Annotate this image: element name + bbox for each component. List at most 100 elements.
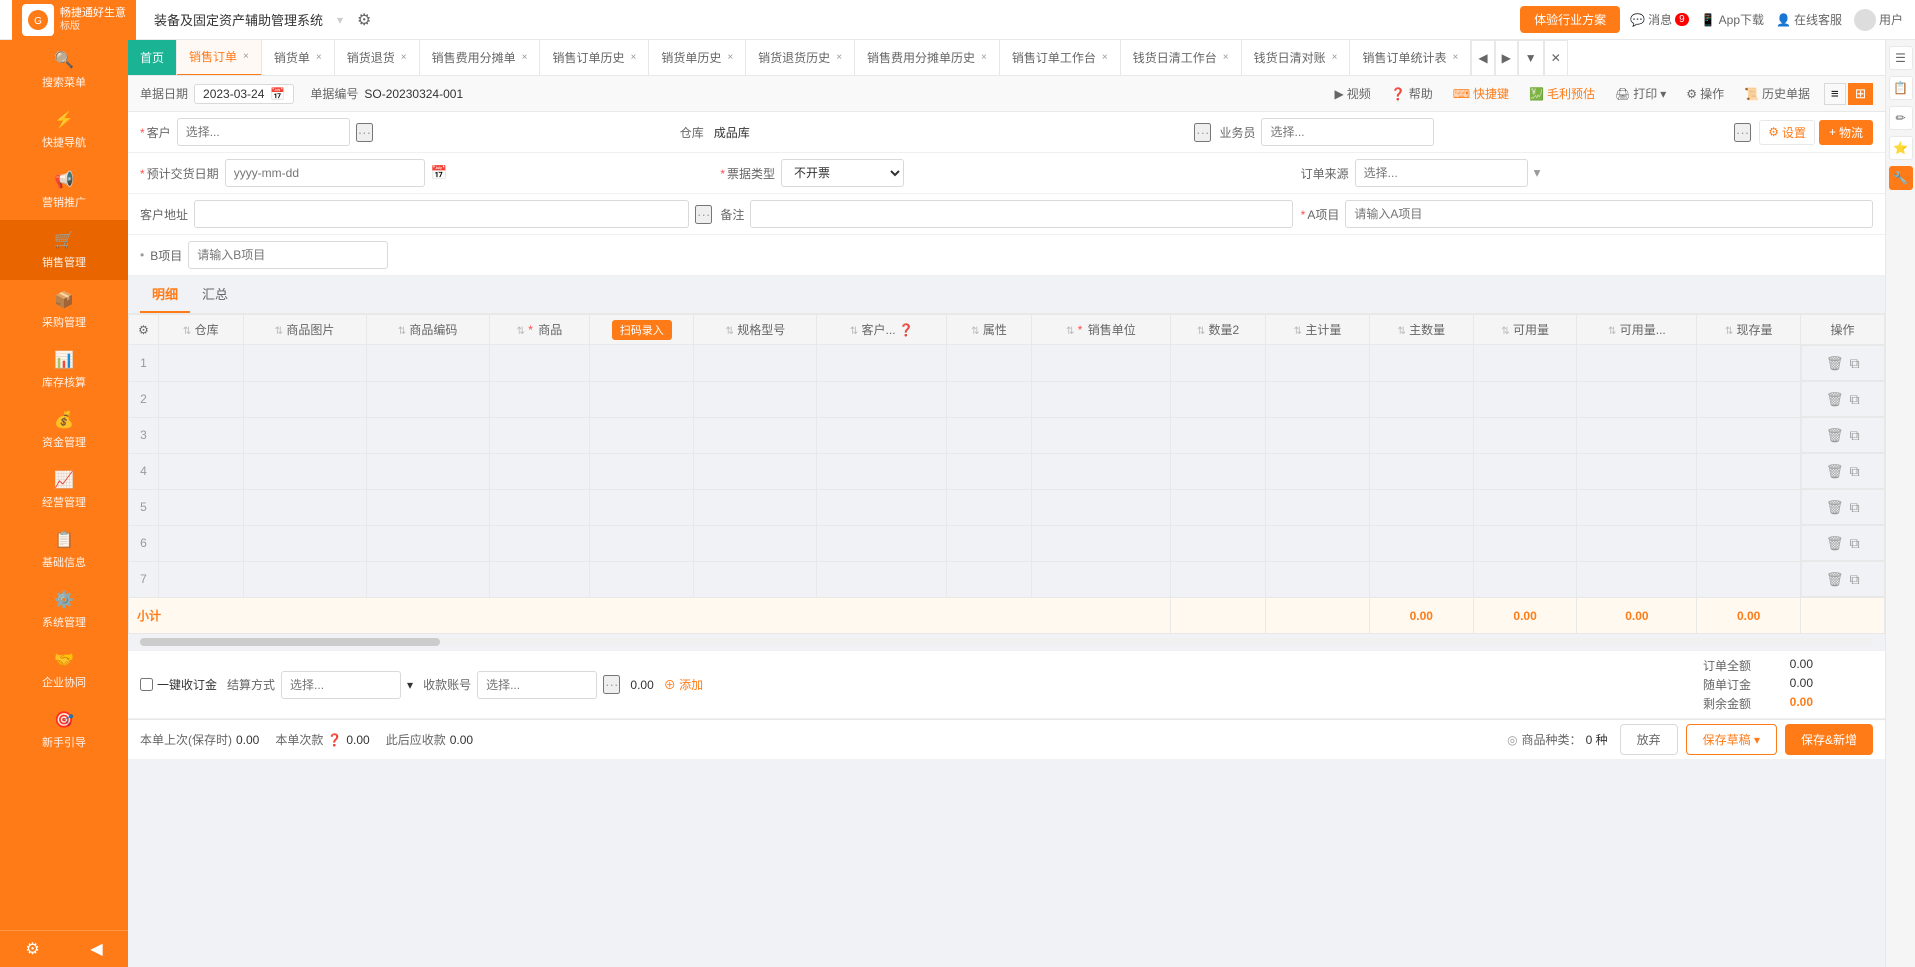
tab-order-history[interactable]: 销售订单历史 × (540, 40, 649, 76)
customer-addr-input[interactable] (194, 200, 689, 228)
tab-sales-return[interactable]: 销货退货 × (335, 40, 420, 76)
sidebar-item-marketing[interactable]: 📢 营销推广 (0, 160, 128, 220)
user-btn[interactable]: 用户 (1854, 9, 1903, 31)
tab-expense-history[interactable]: 销售费用分摊单历史 × (855, 40, 1000, 76)
gear-icon-btn[interactable]: ⚙ (357, 10, 371, 30)
sidebar-item-search[interactable]: 🔍 搜索菜单 (0, 40, 128, 100)
right-panel-btn-1[interactable]: ☰ (1889, 46, 1913, 70)
add-payment-btn[interactable]: ⊕ 添加 (664, 676, 703, 693)
detail-tab-detail[interactable]: 明细 (140, 276, 190, 313)
tab-close-sales-invoice[interactable]: × (316, 52, 322, 63)
sidebar-item-basic[interactable]: 📋 基础信息 (0, 520, 128, 580)
sidebar-collapse-btn[interactable]: ◀ (90, 939, 102, 959)
sidebar-item-guide[interactable]: 🎯 新手引导 (0, 700, 128, 760)
row-delete-btn-5[interactable]: 🗑 (1824, 499, 1846, 516)
tab-close-invoice-history[interactable]: × (727, 52, 733, 63)
order-source-input[interactable] (1355, 159, 1528, 187)
video-btn[interactable]: ▶ 视频 (1328, 82, 1376, 105)
one-click-deposit-checkbox[interactable] (140, 678, 153, 691)
row-delete-btn-7[interactable]: 🗑 (1824, 571, 1846, 588)
settings-form-btn[interactable]: ⚙ 设置 (1759, 120, 1815, 145)
col-scan[interactable]: 扫码录入 (590, 315, 694, 345)
sidebar-item-operations[interactable]: 📈 经营管理 (0, 460, 128, 520)
trial-industry-btn[interactable]: 体验行业方案 (1520, 6, 1620, 33)
sidebar-item-inventory[interactable]: 📊 库存核算 (0, 340, 128, 400)
row-copy-btn-1[interactable]: ⧉ (1848, 355, 1862, 372)
history-order-btn[interactable]: 📜 历史单据 (1738, 82, 1816, 105)
payment-method-input[interactable] (281, 671, 401, 699)
tab-order-workbench[interactable]: 销售订单工作台 × (1000, 40, 1121, 76)
message-btn[interactable]: 💬 消息 9 (1630, 11, 1689, 28)
col-settings[interactable]: ⚙ (129, 315, 159, 345)
delivery-calendar-icon[interactable]: 📅 (431, 165, 448, 181)
layout-list-btn[interactable]: ≡ (1824, 83, 1846, 105)
salesperson-input[interactable] (1261, 118, 1434, 146)
row-copy-btn-4[interactable]: ⧉ (1848, 463, 1862, 480)
operations-btn[interactable]: ⚙ 操作 (1680, 82, 1730, 105)
save-new-btn[interactable]: 保存&新增 (1785, 724, 1873, 755)
tab-close-all-btn[interactable]: ✕ (1544, 40, 1568, 76)
right-panel-btn-2[interactable]: 📋 (1889, 76, 1913, 100)
tab-close-sales-stats[interactable]: × (1452, 52, 1458, 63)
online-service-btn[interactable]: 👤 在线客服 (1776, 11, 1842, 28)
tab-sales-stats[interactable]: 销售订单统计表 × (1350, 40, 1471, 76)
tab-close-expense-history[interactable]: × (981, 52, 987, 63)
sidebar-item-quick-nav[interactable]: ⚡ 快捷导航 (0, 100, 128, 160)
tab-home[interactable]: 首页 (128, 40, 177, 76)
tab-cash-account[interactable]: 钱货日清对账 × (1242, 40, 1351, 76)
tab-sales-order[interactable]: 销售订单 × (177, 40, 262, 76)
discard-btn[interactable]: 放弃 (1620, 724, 1678, 755)
sidebar-item-purchase[interactable]: 📦 采购管理 (0, 280, 128, 340)
print-btn[interactable]: 🖨 打印 ▾ (1609, 82, 1672, 105)
add-goods-btn[interactable]: + 物流 (1819, 120, 1873, 145)
save-draft-btn[interactable]: 保存草稿 ▾ (1686, 724, 1777, 755)
tab-close-sales-order[interactable]: × (243, 51, 249, 62)
tab-sales-invoice[interactable]: 销货单 × (262, 40, 335, 76)
tab-prev-btn[interactable]: ◀ (1471, 40, 1494, 76)
sidebar-item-finance[interactable]: 💰 资金管理 (0, 400, 128, 460)
notes-input[interactable] (750, 200, 1292, 228)
app-download-btn[interactable]: 📱 App下载 (1701, 11, 1764, 28)
row-delete-btn-6[interactable]: 🗑 (1824, 535, 1846, 552)
tab-close-sales-return[interactable]: × (401, 52, 407, 63)
tab-invoice-history[interactable]: 销货单历史 × (649, 40, 746, 76)
help-btn[interactable]: ❓ 帮助 (1385, 82, 1439, 105)
right-panel-btn-3[interactable]: ✏ (1889, 106, 1913, 130)
layout-grid-btn[interactable]: ⊞ (1848, 83, 1873, 105)
tab-next-btn[interactable]: ▶ (1495, 40, 1518, 76)
right-panel-btn-5[interactable]: 🔧 (1889, 166, 1913, 190)
profit-estimate-btn[interactable]: 💹 毛利预估 (1523, 82, 1601, 105)
salesperson-more-btn[interactable]: ··· (1734, 123, 1751, 142)
tab-menu-btn[interactable]: ▼ (1518, 40, 1544, 76)
tab-close-return-history[interactable]: × (836, 52, 842, 63)
scan-enter-btn[interactable]: 扫码录入 (612, 320, 672, 340)
row-copy-btn-7[interactable]: ⧉ (1848, 571, 1862, 588)
calendar-icon[interactable]: 📅 (270, 87, 285, 101)
customer-input[interactable] (177, 118, 350, 146)
tab-close-cash-account[interactable]: × (1332, 52, 1338, 63)
right-panel-btn-4[interactable]: ⭐ (1889, 136, 1913, 160)
tab-expense-split[interactable]: 销售费用分摊单 × (420, 40, 541, 76)
row-delete-btn-2[interactable]: 🗑 (1824, 391, 1846, 408)
tab-cash-workbench[interactable]: 钱货日清工作台 × (1121, 40, 1242, 76)
account-input[interactable] (477, 671, 597, 699)
invoice-type-select[interactable]: 不开票 增值税普通发票 增值税专用发票 (781, 159, 904, 187)
b-project-input[interactable] (188, 241, 388, 269)
row-copy-btn-3[interactable]: ⧉ (1848, 427, 1862, 444)
customer-addr-more-btn[interactable]: ··· (695, 205, 712, 224)
scrollbar-thumb[interactable] (140, 638, 440, 646)
order-source-dropdown[interactable]: ▾ (1534, 165, 1541, 181)
warehouse-more-btn[interactable]: ··· (1194, 123, 1211, 142)
row-delete-btn-4[interactable]: 🗑 (1824, 463, 1846, 480)
shortcut-btn[interactable]: ⌨ 快捷键 (1447, 82, 1515, 105)
row-copy-btn-2[interactable]: ⧉ (1848, 391, 1862, 408)
sidebar-settings-btn[interactable]: ⚙ (25, 939, 39, 959)
tab-close-cash-workbench[interactable]: × (1223, 52, 1229, 63)
tab-close-expense-split[interactable]: × (522, 52, 528, 63)
row-delete-btn-1[interactable]: 🗑 (1824, 355, 1846, 372)
row-delete-btn-3[interactable]: 🗑 (1824, 427, 1846, 444)
delivery-date-input[interactable] (225, 159, 425, 187)
sidebar-item-enterprise[interactable]: 🤝 企业协同 (0, 640, 128, 700)
row-copy-btn-5[interactable]: ⧉ (1848, 499, 1862, 516)
sidebar-item-system[interactable]: ⚙️ 系统管理 (0, 580, 128, 640)
